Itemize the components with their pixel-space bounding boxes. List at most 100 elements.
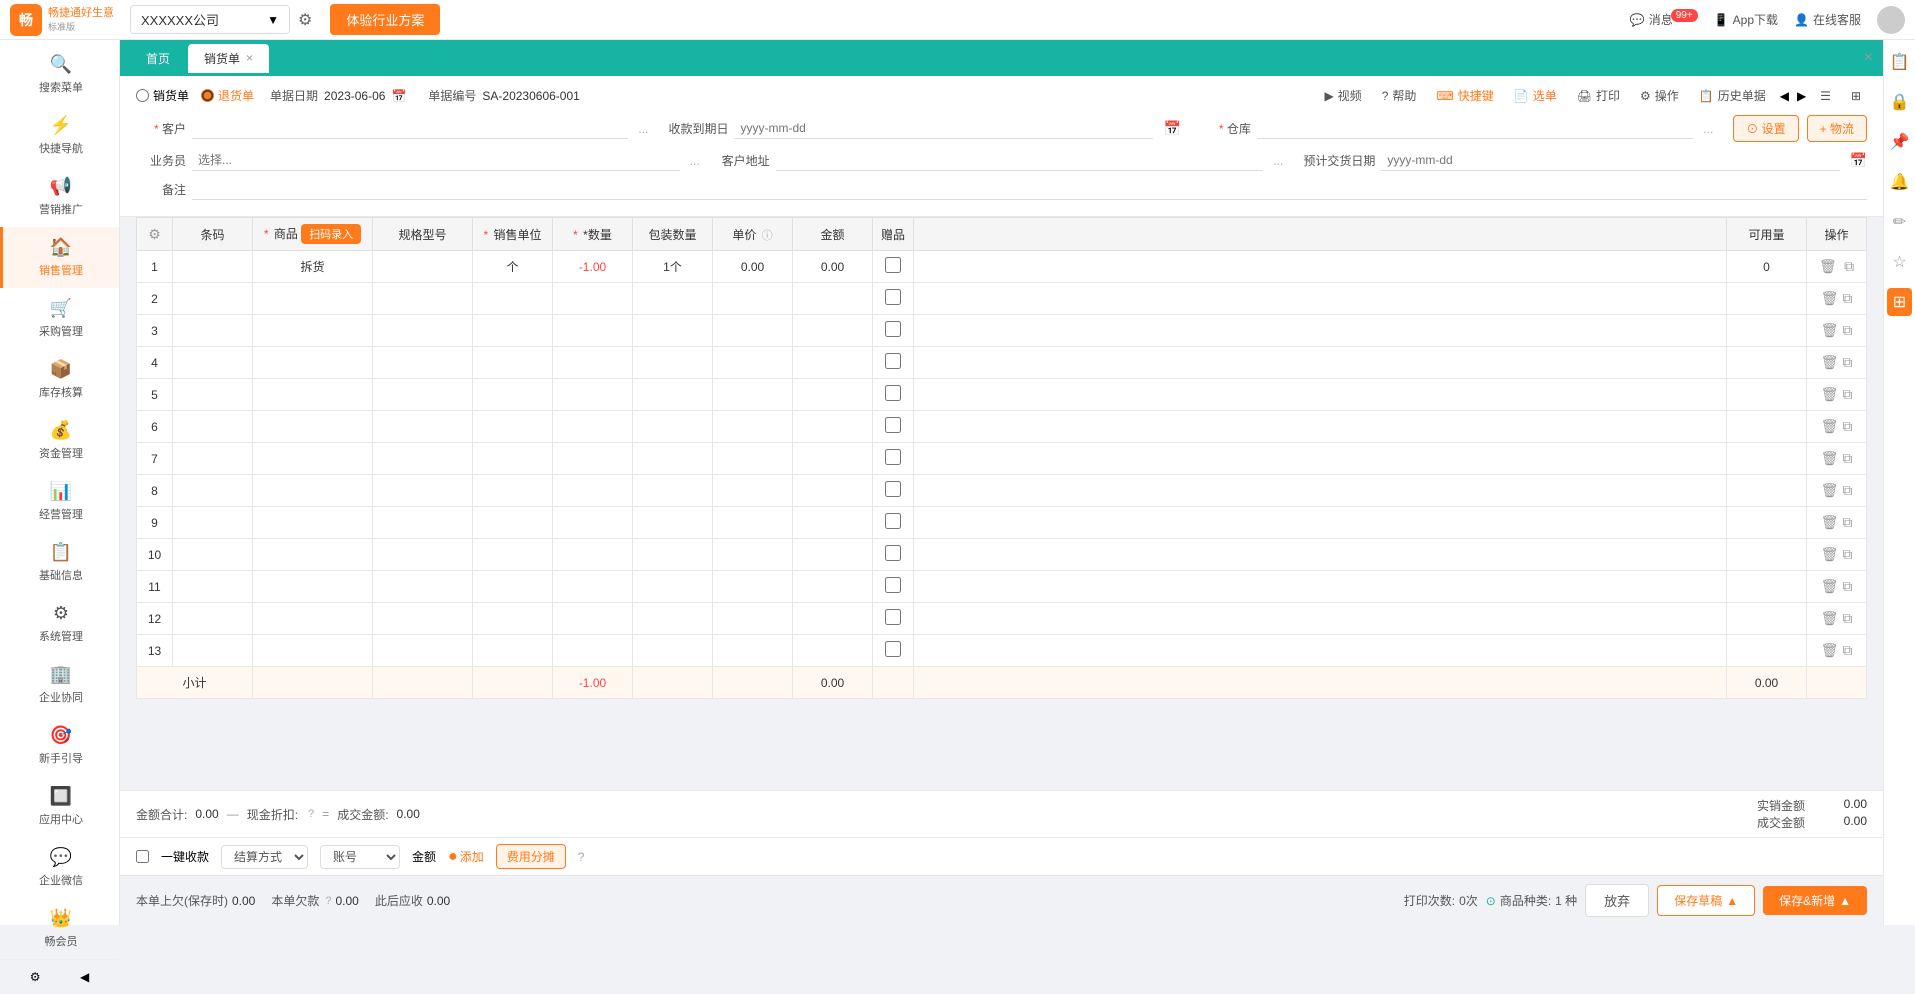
delete-icon-12[interactable]: 🗑 <box>1821 610 1839 626</box>
sidebar-item-marketing[interactable]: 📢 营销推广 <box>0 166 119 227</box>
save-draft-button[interactable]: 保存草稿 ▲ <box>1657 885 1755 916</box>
row-amount-1[interactable]: 0.00 <box>793 251 873 283</box>
print-button[interactable]: 🖨 打印 <box>1571 84 1626 107</box>
sidebar-item-enterprise[interactable]: 🏢 企业协同 <box>0 654 119 715</box>
account-select[interactable]: 账号 <box>320 845 400 869</box>
copy-icon-11[interactable]: ⧉ <box>1842 578 1852 594</box>
warehouse-input[interactable]: 建材仓 <box>1257 118 1693 139</box>
nav-next-icon[interactable]: ▶ <box>1797 89 1806 103</box>
date-value[interactable]: 2023-06-06 <box>324 89 385 103</box>
delete-icon-10[interactable]: 🗑 <box>1821 546 1839 562</box>
select-button[interactable]: 📄 选单 <box>1508 84 1563 107</box>
row-product-1[interactable]: 拆货 <box>253 251 373 283</box>
message-button[interactable]: 💬 消息 99+ <box>1630 11 1698 28</box>
row-pkgqty-1[interactable]: 1个 <box>633 251 713 283</box>
calendar-icon[interactable]: 📅 <box>391 89 406 103</box>
right-icon-orange[interactable]: ⊞ <box>1887 288 1912 316</box>
copy-icon-3[interactable]: ⧉ <box>1842 322 1852 338</box>
copy-icon-5[interactable]: ⧉ <box>1842 386 1852 402</box>
price-info-icon[interactable]: ⓘ <box>762 230 773 242</box>
online-service-button[interactable]: 👤 在线客服 <box>1794 11 1861 28</box>
gift-checkbox-6[interactable] <box>885 417 901 433</box>
copy-icon-13[interactable]: ⧉ <box>1842 642 1852 658</box>
tab-home[interactable]: 首页 <box>130 44 186 73</box>
right-icon-pencil[interactable]: ✏ <box>1889 208 1910 236</box>
row-unit-1[interactable]: 个 <box>473 251 553 283</box>
sidebar-item-basic-info[interactable]: 📋 基础信息 <box>0 532 119 593</box>
one-click-payment-checkbox[interactable] <box>136 850 149 863</box>
right-icon-clipboard[interactable]: 📋 <box>1886 48 1914 76</box>
copy-icon-4[interactable]: ⧉ <box>1842 354 1852 370</box>
delete-icon-1[interactable]: 🗑 <box>1819 258 1837 274</box>
delete-icon-13[interactable]: 🗑 <box>1821 642 1839 658</box>
nav-prev-icon[interactable]: ◀ <box>1780 89 1789 103</box>
expense-split-button[interactable]: 费用分摊 <box>496 844 566 869</box>
delete-icon-9[interactable]: 🗑 <box>1821 514 1839 530</box>
delete-icon-6[interactable]: 🗑 <box>1821 418 1839 434</box>
gift-checkbox-2[interactable] <box>885 289 901 305</box>
tab-bar-close-button[interactable]: × <box>1864 49 1873 67</box>
scan-button[interactable]: 扫码录入 <box>301 224 361 244</box>
gift-checkbox-7[interactable] <box>885 449 901 465</box>
sidebar-item-finance[interactable]: 💰 资金管理 <box>0 410 119 471</box>
sidebar-item-wechat[interactable]: 💬 企业微信 <box>0 837 119 898</box>
right-icon-lock[interactable]: 🔒 <box>1886 88 1914 116</box>
radio-sale-input[interactable] <box>136 89 149 102</box>
shortcut-button[interactable]: ⌨ 快捷键 <box>1430 84 1499 107</box>
gift-checkbox-11[interactable] <box>885 577 901 593</box>
gift-checkbox-13[interactable] <box>885 641 901 657</box>
video-button[interactable]: ▶ 视频 <box>1318 84 1367 107</box>
delete-icon-5[interactable]: 🗑 <box>1821 386 1839 402</box>
doc-num-value[interactable]: SA-20230606-001 <box>482 89 579 103</box>
abandon-button[interactable]: 放弃 <box>1585 884 1649 917</box>
gift-checkbox-12[interactable] <box>885 609 901 625</box>
operation-button[interactable]: ⚙ 操作 <box>1634 84 1685 107</box>
copy-icon-9[interactable]: ⧉ <box>1842 514 1852 530</box>
expense-help-icon[interactable]: ? <box>578 850 585 864</box>
radio-sale-order[interactable]: 销货单 <box>136 87 189 104</box>
radio-return-order[interactable]: 退货单 <box>201 87 254 104</box>
copy-icon-8[interactable]: ⧉ <box>1842 482 1852 498</box>
gift-checkbox-9[interactable] <box>885 513 901 529</box>
calc-method-select[interactable]: 结算方式 <box>221 845 308 869</box>
set-button[interactable]: ⊙ 设置 <box>1733 115 1798 142</box>
settings-gear-button[interactable]: ⚙ <box>298 10 312 30</box>
radio-return-input[interactable] <box>201 89 214 102</box>
right-icon-bell[interactable]: 🔔 <box>1886 168 1914 196</box>
right-icon-pin[interactable]: 📌 <box>1886 128 1914 156</box>
app-download-button[interactable]: 📱 App下载 <box>1714 11 1778 28</box>
customer-addr-input[interactable] <box>776 150 1264 171</box>
warehouse-dots[interactable]: ... <box>1703 122 1713 136</box>
list-view-button[interactable]: ☰ <box>1814 86 1837 106</box>
tab-close-icon[interactable]: × <box>246 51 253 65</box>
help-button[interactable]: ? 帮助 <box>1376 84 1423 107</box>
table-settings-icon[interactable]: ⚙ <box>148 226 161 242</box>
copy-icon-10[interactable]: ⧉ <box>1842 546 1852 562</box>
right-icon-star[interactable]: ☆ <box>1888 248 1910 276</box>
logistics-button[interactable]: + 物流 <box>1807 115 1867 142</box>
sidebar-item-purchase[interactable]: 🛒 采购管理 <box>0 288 119 349</box>
company-selector[interactable]: XXXXXX公司 ▼ <box>130 5 290 34</box>
copy-icon-7[interactable]: ⧉ <box>1842 450 1852 466</box>
gift-checkbox-4[interactable] <box>885 353 901 369</box>
gift-checkbox-1[interactable] <box>885 257 901 273</box>
salesperson-input[interactable] <box>192 150 680 171</box>
sidebar-collapse-icon[interactable]: ◀ <box>80 970 89 984</box>
sidebar-item-system[interactable]: ⚙ 系统管理 <box>0 593 119 654</box>
delete-icon-4[interactable]: 🗑 <box>1821 354 1839 370</box>
copy-icon-1[interactable]: ⧉ <box>1844 258 1854 274</box>
gift-checkbox-10[interactable] <box>885 545 901 561</box>
copy-icon-2[interactable]: ⧉ <box>1842 290 1852 306</box>
sidebar-item-quicknav[interactable]: ⚡ 快捷导航 <box>0 105 119 166</box>
gift-checkbox-5[interactable] <box>885 385 901 401</box>
sidebar-item-sales[interactable]: 🏠 销售管理 <box>0 227 119 288</box>
delivery-date-input[interactable] <box>1381 150 1839 171</box>
sidebar-item-member[interactable]: 👑 畅会员 <box>0 898 119 959</box>
user-avatar[interactable] <box>1877 6 1905 34</box>
gift-checkbox-3[interactable] <box>885 321 901 337</box>
customer-input[interactable] <box>192 118 628 139</box>
notes-input[interactable] <box>192 179 1867 200</box>
delete-icon-2[interactable]: 🗑 <box>1821 290 1839 306</box>
addr-dots[interactable]: ... <box>1273 154 1283 168</box>
row-gift-1[interactable] <box>873 251 914 283</box>
